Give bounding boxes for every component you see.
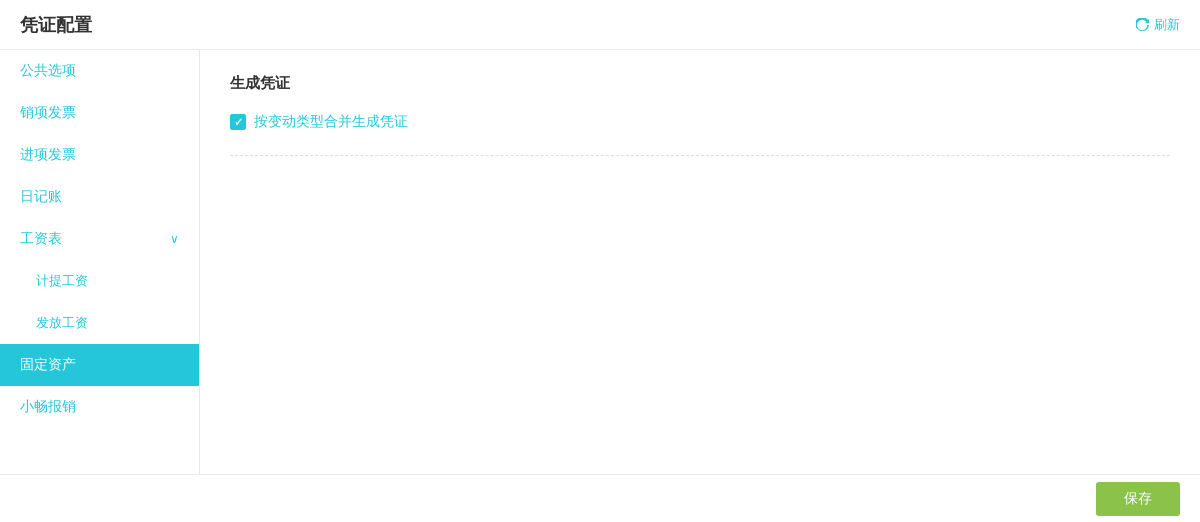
sidebar: 公共选项 销项发票 进项发票 日记账 工资表 ∨ 计提工资 发放工资 固定资产 … [0, 50, 200, 474]
sidebar-item-label: 进项发票 [20, 146, 76, 164]
checkbox-row: 按变动类型合并生成凭证 [230, 113, 1170, 131]
sidebar-item-label: 小畅报销 [20, 398, 76, 416]
sidebar-item-journal[interactable]: 日记账 [0, 176, 199, 218]
sidebar-item-label: 日记账 [20, 188, 62, 206]
sidebar-item-payroll-provision[interactable]: 计提工资 [0, 260, 199, 302]
refresh-button[interactable]: 刷新 [1136, 16, 1180, 34]
sidebar-item-payroll-table[interactable]: 工资表 ∨ [0, 218, 199, 260]
content-area: 生成凭证 按变动类型合并生成凭证 [200, 50, 1200, 474]
refresh-label: 刷新 [1154, 16, 1180, 34]
chevron-down-icon: ∨ [170, 232, 179, 246]
sidebar-item-label: 计提工资 [36, 272, 88, 290]
save-button[interactable]: 保存 [1096, 482, 1180, 516]
main-layout: 公共选项 销项发票 进项发票 日记账 工资表 ∨ 计提工资 发放工资 固定资产 … [0, 50, 1200, 474]
sidebar-item-label: 销项发票 [20, 104, 76, 122]
page-header: 凭证配置 刷新 [0, 0, 1200, 50]
sidebar-item-sales-invoice[interactable]: 销项发票 [0, 92, 199, 134]
sidebar-item-purchase-invoice[interactable]: 进项发票 [0, 134, 199, 176]
sidebar-item-expense-report[interactable]: 小畅报销 [0, 386, 199, 428]
sidebar-item-payroll-disbursement[interactable]: 发放工资 [0, 302, 199, 344]
checkbox-label: 按变动类型合并生成凭证 [254, 113, 408, 131]
sidebar-item-public-options[interactable]: 公共选项 [0, 50, 199, 92]
footer-bar: 保存 [0, 474, 1200, 522]
sidebar-item-label: 工资表 [20, 230, 62, 248]
section-divider [230, 155, 1170, 156]
sidebar-item-fixed-assets[interactable]: 固定资产 [0, 344, 199, 386]
sidebar-item-label: 公共选项 [20, 62, 76, 80]
section-title: 生成凭证 [230, 74, 1170, 93]
page-title: 凭证配置 [20, 13, 92, 37]
merge-by-type-checkbox[interactable] [230, 114, 246, 130]
sidebar-item-label: 固定资产 [20, 356, 76, 374]
sidebar-item-label: 发放工资 [36, 314, 88, 332]
refresh-icon [1136, 18, 1150, 32]
